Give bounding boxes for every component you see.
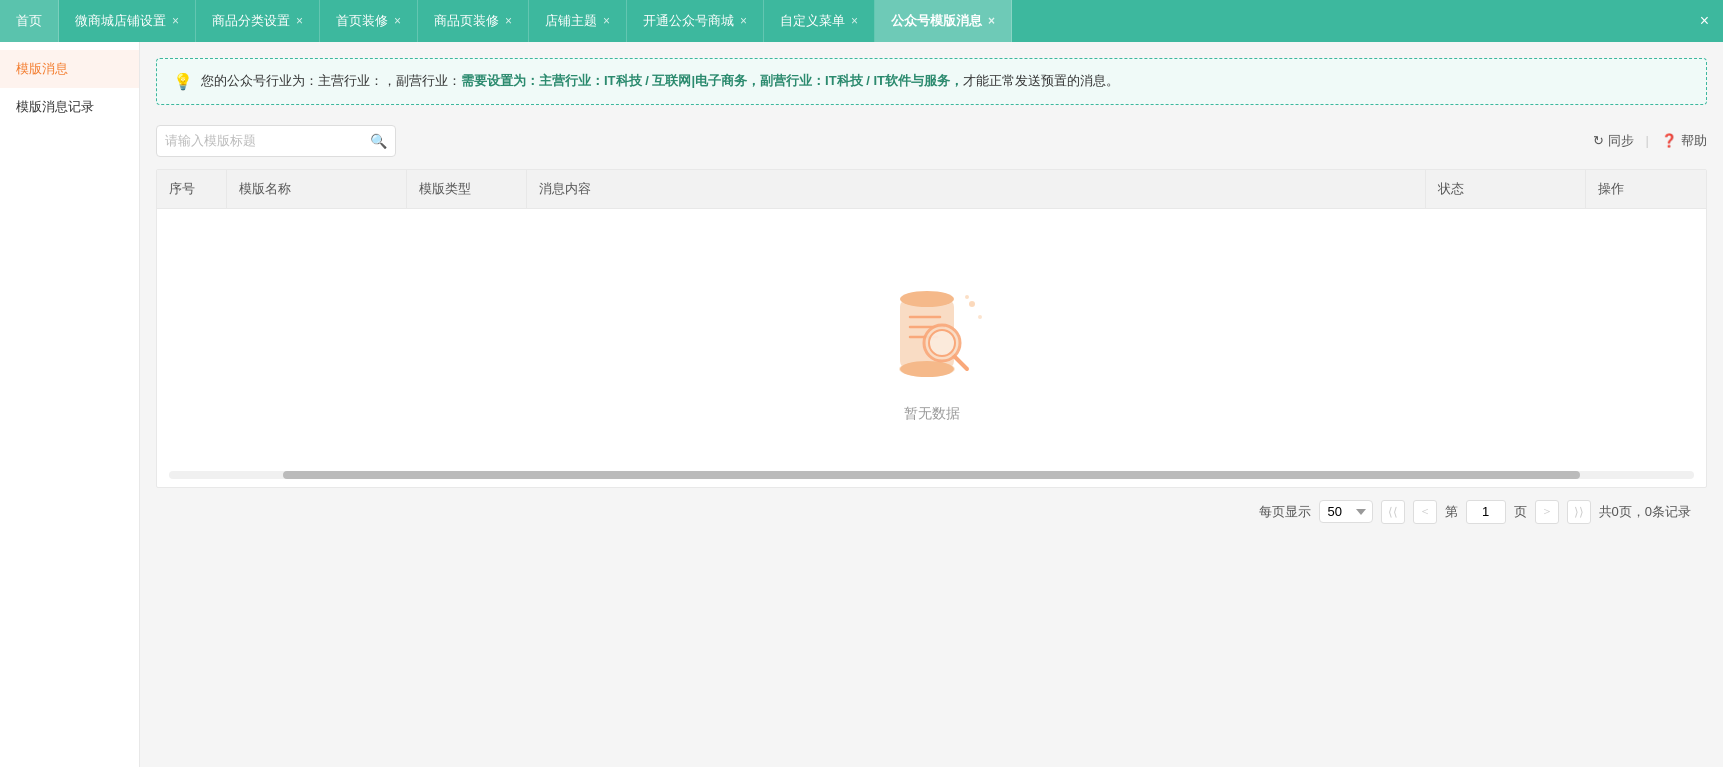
scrollbar-thumb	[283, 471, 1579, 479]
help-button[interactable]: ❓ 帮助	[1661, 132, 1707, 150]
notice-highlight: 需要设置为：主营行业：IT科技 / 互联网|电子商务，副营行业：IT科技 / I…	[461, 73, 963, 88]
sync-icon: ↻	[1593, 133, 1604, 148]
svg-point-12	[965, 295, 969, 299]
notice-prefix: 您的公众号行业为：主营行业：，副营行业：	[201, 73, 461, 88]
data-table: 序号 模版名称 模版类型 消息内容 状态 操作	[156, 169, 1707, 488]
tab-product-decor[interactable]: 商品页装修 ×	[418, 0, 529, 42]
col-name: 模版名称	[227, 170, 407, 208]
page-size-label: 每页显示	[1259, 503, 1311, 521]
tab-shop-settings[interactable]: 微商城店铺设置 ×	[59, 0, 196, 42]
sync-button[interactable]: ↻ 同步	[1593, 132, 1634, 150]
toolbar-right: ↻ 同步 | ❓ 帮助	[1593, 132, 1707, 150]
first-page-button[interactable]: ⟨⟨	[1381, 500, 1405, 524]
search-input[interactable]	[165, 133, 370, 148]
close-category[interactable]: ×	[296, 14, 303, 28]
tab-home-decor-label: 首页装修	[336, 12, 388, 30]
svg-point-11	[978, 315, 982, 319]
tab-custom-menu-label: 自定义菜单	[780, 12, 845, 30]
pagination: 每页显示 10 20 50 100 ⟨⟨ ＜ 第 页 ＞ ⟩⟩ 共0页，0条记录	[156, 488, 1707, 536]
search-input-wrap: 🔍	[156, 125, 396, 157]
notice-icon: 💡	[173, 72, 193, 91]
close-custom-menu[interactable]: ×	[851, 14, 858, 28]
search-bar: 🔍 ↻ 同步 | ❓ 帮助	[156, 125, 1707, 157]
tab-home-decor[interactable]: 首页装修 ×	[320, 0, 418, 42]
close-shop-settings[interactable]: ×	[172, 14, 179, 28]
tab-template-msg[interactable]: 公众号模版消息 ×	[875, 0, 1012, 42]
tab-open-mall-label: 开通公众号商城	[643, 12, 734, 30]
page-number-input[interactable]	[1466, 500, 1506, 524]
content-area: 💡 您的公众号行业为：主营行业：，副营行业：需要设置为：主营行业：IT科技 / …	[140, 42, 1723, 767]
close-template-msg[interactable]: ×	[988, 14, 995, 28]
next-page-button[interactable]: ＞	[1535, 500, 1559, 524]
svg-point-9	[929, 330, 955, 356]
col-status: 状态	[1426, 170, 1586, 208]
sidebar-item-template-msg[interactable]: 模版消息	[0, 50, 139, 88]
close-store-theme[interactable]: ×	[603, 14, 610, 28]
close-open-mall[interactable]: ×	[740, 14, 747, 28]
notice-text: 您的公众号行业为：主营行业：，副营行业：需要设置为：主营行业：IT科技 / 互联…	[201, 71, 1119, 92]
tab-category-settings[interactable]: 商品分类设置 ×	[196, 0, 320, 42]
toolbar-divider: |	[1646, 133, 1649, 148]
page-text: 第	[1445, 503, 1458, 521]
tab-shop-settings-label: 微商城店铺设置	[75, 12, 166, 30]
svg-point-10	[969, 301, 975, 307]
tab-custom-menu[interactable]: 自定义菜单 ×	[764, 0, 875, 42]
notice-suffix: 才能正常发送预置的消息。	[963, 73, 1119, 88]
prev-page-button[interactable]: ＜	[1413, 500, 1437, 524]
close-home-decor[interactable]: ×	[394, 14, 401, 28]
close-product-decor[interactable]: ×	[505, 14, 512, 28]
notice-box: 💡 您的公众号行业为：主营行业：，副营行业：需要设置为：主营行业：IT科技 / …	[156, 58, 1707, 105]
page-size-select[interactable]: 10 20 50 100	[1319, 500, 1373, 523]
sidebar-item-template-record[interactable]: 模版消息记录	[0, 88, 139, 126]
tab-home-label: 首页	[16, 12, 42, 30]
tab-product-decor-label: 商品页装修	[434, 12, 499, 30]
scrollbar-track[interactable]	[169, 471, 1694, 479]
close-all-button[interactable]: ×	[1686, 0, 1723, 42]
tab-store-theme[interactable]: 店铺主题 ×	[529, 0, 627, 42]
help-icon: ❓	[1661, 133, 1677, 148]
svg-point-3	[900, 361, 954, 377]
empty-state: 暂无数据	[157, 209, 1706, 463]
col-content: 消息内容	[527, 170, 1426, 208]
help-label: 帮助	[1681, 132, 1707, 150]
table-header: 序号 模版名称 模版类型 消息内容 状态 操作	[157, 170, 1706, 209]
col-seq: 序号	[157, 170, 227, 208]
tab-home[interactable]: 首页	[0, 0, 59, 42]
col-action: 操作	[1586, 170, 1706, 208]
total-info: 共0页，0条记录	[1599, 503, 1691, 521]
empty-illustration	[872, 269, 992, 389]
last-page-button[interactable]: ⟩⟩	[1567, 500, 1591, 524]
tab-store-theme-label: 店铺主题	[545, 12, 597, 30]
page-suffix: 页	[1514, 503, 1527, 521]
svg-point-2	[900, 291, 954, 307]
col-type: 模版类型	[407, 170, 527, 208]
tab-category-label: 商品分类设置	[212, 12, 290, 30]
tab-template-msg-label: 公众号模版消息	[891, 12, 982, 30]
empty-text: 暂无数据	[904, 405, 960, 423]
sidebar: 模版消息 模版消息记录	[0, 42, 140, 767]
tab-open-mall[interactable]: 开通公众号商城 ×	[627, 0, 764, 42]
top-nav: 首页 微商城店铺设置 × 商品分类设置 × 首页装修 × 商品页装修 × 店铺主…	[0, 0, 1723, 42]
search-button[interactable]: 🔍	[370, 133, 387, 149]
main-layout: 模版消息 模版消息记录 💡 您的公众号行业为：主营行业：，副营行业：需要设置为：…	[0, 42, 1723, 767]
sync-label: 同步	[1608, 132, 1634, 150]
